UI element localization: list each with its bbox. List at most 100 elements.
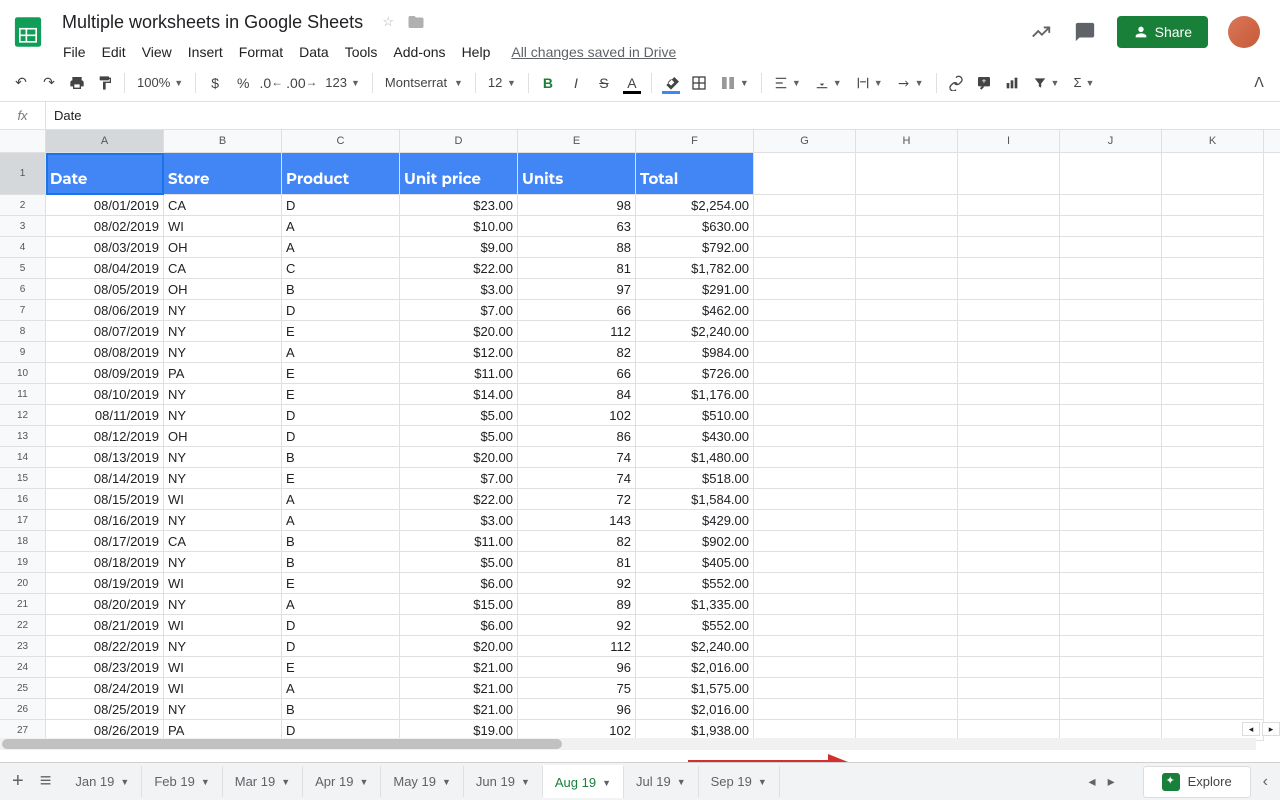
cell-17-I[interactable] xyxy=(958,510,1060,531)
font-size-select[interactable]: 12▼ xyxy=(482,70,522,96)
cell-16-C[interactable]: A xyxy=(282,489,400,510)
cell-10-F[interactable]: $726.00 xyxy=(636,363,754,384)
cell-11-J[interactable] xyxy=(1060,384,1162,405)
cell-4-C[interactable]: A xyxy=(282,237,400,258)
row-header-20[interactable]: 20 xyxy=(0,573,46,594)
cell-11-C[interactable]: E xyxy=(282,384,400,405)
menu-data[interactable]: Data xyxy=(292,40,336,64)
cell-3-I[interactable] xyxy=(958,216,1060,237)
cell-23-C[interactable]: D xyxy=(282,636,400,657)
cell-8-K[interactable] xyxy=(1162,321,1264,342)
cell-3-H[interactable] xyxy=(856,216,958,237)
cell-12-A[interactable]: 08/11/2019 xyxy=(46,405,164,426)
cell-26-D[interactable]: $21.00 xyxy=(400,699,518,720)
cell-1-K[interactable] xyxy=(1162,153,1264,195)
sheet-tab-aug-19[interactable]: Aug 19▼ xyxy=(543,765,624,798)
print-button[interactable] xyxy=(64,70,90,96)
cell-19-D[interactable]: $5.00 xyxy=(400,552,518,573)
move-folder-icon[interactable] xyxy=(405,11,427,33)
account-avatar[interactable] xyxy=(1228,16,1260,48)
save-status[interactable]: All changes saved in Drive xyxy=(511,44,676,60)
cell-25-C[interactable]: A xyxy=(282,678,400,699)
bold-button[interactable]: B xyxy=(535,70,561,96)
cell-20-K[interactable] xyxy=(1162,573,1264,594)
cell-6-I[interactable] xyxy=(958,279,1060,300)
sheet-tab-feb-19[interactable]: Feb 19▼ xyxy=(142,766,222,797)
cell-25-F[interactable]: $1,575.00 xyxy=(636,678,754,699)
filter-button[interactable]: ▼ xyxy=(1027,70,1066,96)
cell-21-C[interactable]: A xyxy=(282,594,400,615)
cell-26-B[interactable]: NY xyxy=(164,699,282,720)
cell-17-A[interactable]: 08/16/2019 xyxy=(46,510,164,531)
cell-12-H[interactable] xyxy=(856,405,958,426)
cell-17-J[interactable] xyxy=(1060,510,1162,531)
merge-cells-button[interactable]: ▼ xyxy=(714,70,755,96)
cell-10-I[interactable] xyxy=(958,363,1060,384)
formula-input[interactable]: Date xyxy=(46,108,1280,123)
all-sheets-button[interactable]: ≡ xyxy=(40,770,52,793)
cell-8-D[interactable]: $20.00 xyxy=(400,321,518,342)
cell-15-I[interactable] xyxy=(958,468,1060,489)
row-header-6[interactable]: 6 xyxy=(0,279,46,300)
cell-20-G[interactable] xyxy=(754,573,856,594)
tab-menu-icon[interactable]: ▼ xyxy=(359,777,368,787)
cell-14-D[interactable]: $20.00 xyxy=(400,447,518,468)
cell-20-E[interactable]: 92 xyxy=(518,573,636,594)
cell-26-J[interactable] xyxy=(1060,699,1162,720)
cell-21-J[interactable] xyxy=(1060,594,1162,615)
cell-6-H[interactable] xyxy=(856,279,958,300)
document-title[interactable]: Multiple worksheets in Google Sheets xyxy=(56,10,369,35)
cell-1-H[interactable] xyxy=(856,153,958,195)
comments-icon[interactable] xyxy=(1073,20,1097,44)
col-header-K[interactable]: K xyxy=(1162,130,1264,152)
cell-18-B[interactable]: CA xyxy=(164,531,282,552)
cell-24-C[interactable]: E xyxy=(282,657,400,678)
cell-13-K[interactable] xyxy=(1162,426,1264,447)
menu-format[interactable]: Format xyxy=(232,40,290,64)
cell-7-J[interactable] xyxy=(1060,300,1162,321)
cell-21-K[interactable] xyxy=(1162,594,1264,615)
cell-18-J[interactable] xyxy=(1060,531,1162,552)
col-header-H[interactable]: H xyxy=(856,130,958,152)
cell-17-K[interactable] xyxy=(1162,510,1264,531)
cell-15-G[interactable] xyxy=(754,468,856,489)
cell-15-F[interactable]: $518.00 xyxy=(636,468,754,489)
col-header-J[interactable]: J xyxy=(1060,130,1162,152)
redo-button[interactable]: ↷ xyxy=(36,70,62,96)
cell-16-K[interactable] xyxy=(1162,489,1264,510)
cell-6-D[interactable]: $3.00 xyxy=(400,279,518,300)
col-header-G[interactable]: G xyxy=(754,130,856,152)
cell-10-E[interactable]: 66 xyxy=(518,363,636,384)
cell-11-B[interactable]: NY xyxy=(164,384,282,405)
cell-2-J[interactable] xyxy=(1060,195,1162,216)
menu-help[interactable]: Help xyxy=(455,40,498,64)
cell-15-C[interactable]: E xyxy=(282,468,400,489)
menu-file[interactable]: File xyxy=(56,40,93,64)
cell-21-F[interactable]: $1,335.00 xyxy=(636,594,754,615)
cell-10-D[interactable]: $11.00 xyxy=(400,363,518,384)
cell-15-H[interactable] xyxy=(856,468,958,489)
text-rotate-button[interactable]: ▼ xyxy=(891,70,930,96)
cell-5-H[interactable] xyxy=(856,258,958,279)
cell-17-E[interactable]: 143 xyxy=(518,510,636,531)
col-header-A[interactable]: A xyxy=(46,130,164,152)
cell-2-H[interactable] xyxy=(856,195,958,216)
cell-5-E[interactable]: 81 xyxy=(518,258,636,279)
cell-4-A[interactable]: 08/03/2019 xyxy=(46,237,164,258)
cell-11-K[interactable] xyxy=(1162,384,1264,405)
cell-20-D[interactable]: $6.00 xyxy=(400,573,518,594)
cell-4-I[interactable] xyxy=(958,237,1060,258)
cell-4-D[interactable]: $9.00 xyxy=(400,237,518,258)
cell-13-E[interactable]: 86 xyxy=(518,426,636,447)
cell-14-C[interactable]: B xyxy=(282,447,400,468)
select-all-corner[interactable] xyxy=(0,130,46,152)
row-header-8[interactable]: 8 xyxy=(0,321,46,342)
cell-14-I[interactable] xyxy=(958,447,1060,468)
tab-nav-prev[interactable]: ◂ xyxy=(1089,773,1096,790)
cell-1-I[interactable] xyxy=(958,153,1060,195)
cell-5-J[interactable] xyxy=(1060,258,1162,279)
cell-6-E[interactable]: 97 xyxy=(518,279,636,300)
h-align-button[interactable]: ▼ xyxy=(768,70,807,96)
cell-22-I[interactable] xyxy=(958,615,1060,636)
row-header-7[interactable]: 7 xyxy=(0,300,46,321)
